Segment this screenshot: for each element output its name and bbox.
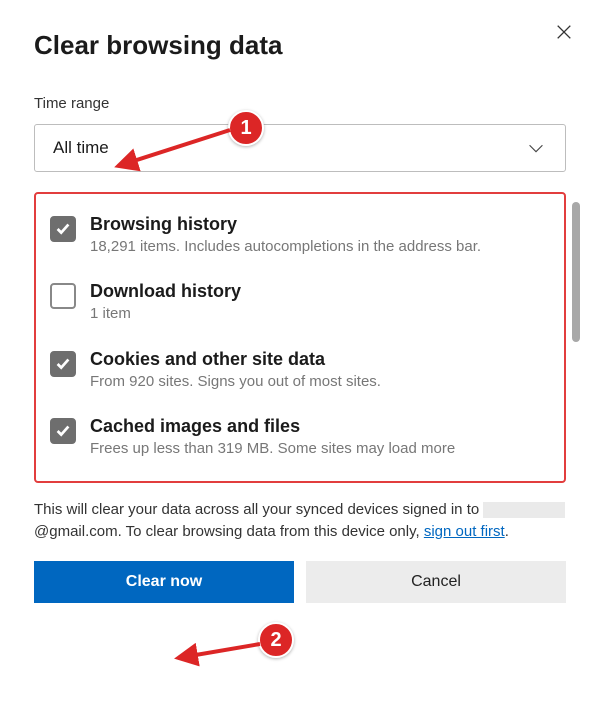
- option-browsing-history: Browsing history 18,291 items. Includes …: [50, 214, 550, 257]
- check-icon: [54, 355, 72, 373]
- option-title: Cookies and other site data: [90, 349, 550, 370]
- option-title: Cached images and files: [90, 416, 550, 437]
- time-range-label: Time range: [34, 95, 566, 112]
- option-desc: From 920 sites. Signs you out of most si…: [90, 372, 550, 392]
- chevron-down-icon: [525, 137, 547, 159]
- check-icon: [54, 422, 72, 440]
- option-cookies: Cookies and other site data From 920 sit…: [50, 349, 550, 392]
- checkbox-cached[interactable]: [50, 418, 76, 444]
- close-button[interactable]: [550, 18, 578, 46]
- button-row: Clear now Cancel: [34, 561, 566, 603]
- email-redacted: [483, 502, 565, 518]
- annotation-arrow-2: [170, 630, 270, 670]
- checkbox-browsing-history[interactable]: [50, 216, 76, 242]
- checkbox-download-history[interactable]: [50, 283, 76, 309]
- scrollbar-thumb[interactable]: [572, 202, 580, 342]
- checkbox-cookies[interactable]: [50, 351, 76, 377]
- footer-text: This will clear your data across all you…: [34, 499, 566, 543]
- dialog-title: Clear browsing data: [34, 30, 566, 61]
- data-types-list: Browsing history 18,291 items. Includes …: [34, 192, 566, 483]
- option-desc: Frees up less than 319 MB. Some sites ma…: [90, 439, 550, 459]
- cancel-button[interactable]: Cancel: [306, 561, 566, 603]
- check-icon: [54, 220, 72, 238]
- annotation-marker-1: 1: [228, 110, 264, 146]
- option-desc: 1 item: [90, 304, 550, 324]
- option-cached: Cached images and files Frees up less th…: [50, 416, 550, 459]
- close-icon: [555, 23, 573, 41]
- option-download-history: Download history 1 item: [50, 281, 550, 324]
- option-title: Download history: [90, 281, 550, 302]
- sign-out-link[interactable]: sign out first: [424, 523, 505, 540]
- annotation-marker-2: 2: [258, 622, 294, 658]
- clear-now-button[interactable]: Clear now: [34, 561, 294, 603]
- time-range-value: All time: [53, 138, 109, 158]
- clear-browsing-data-dialog: Clear browsing data Time range All time …: [0, 0, 600, 603]
- option-title: Browsing history: [90, 214, 550, 235]
- option-desc: 18,291 items. Includes autocompletions i…: [90, 237, 550, 257]
- time-range-select[interactable]: All time: [34, 124, 566, 172]
